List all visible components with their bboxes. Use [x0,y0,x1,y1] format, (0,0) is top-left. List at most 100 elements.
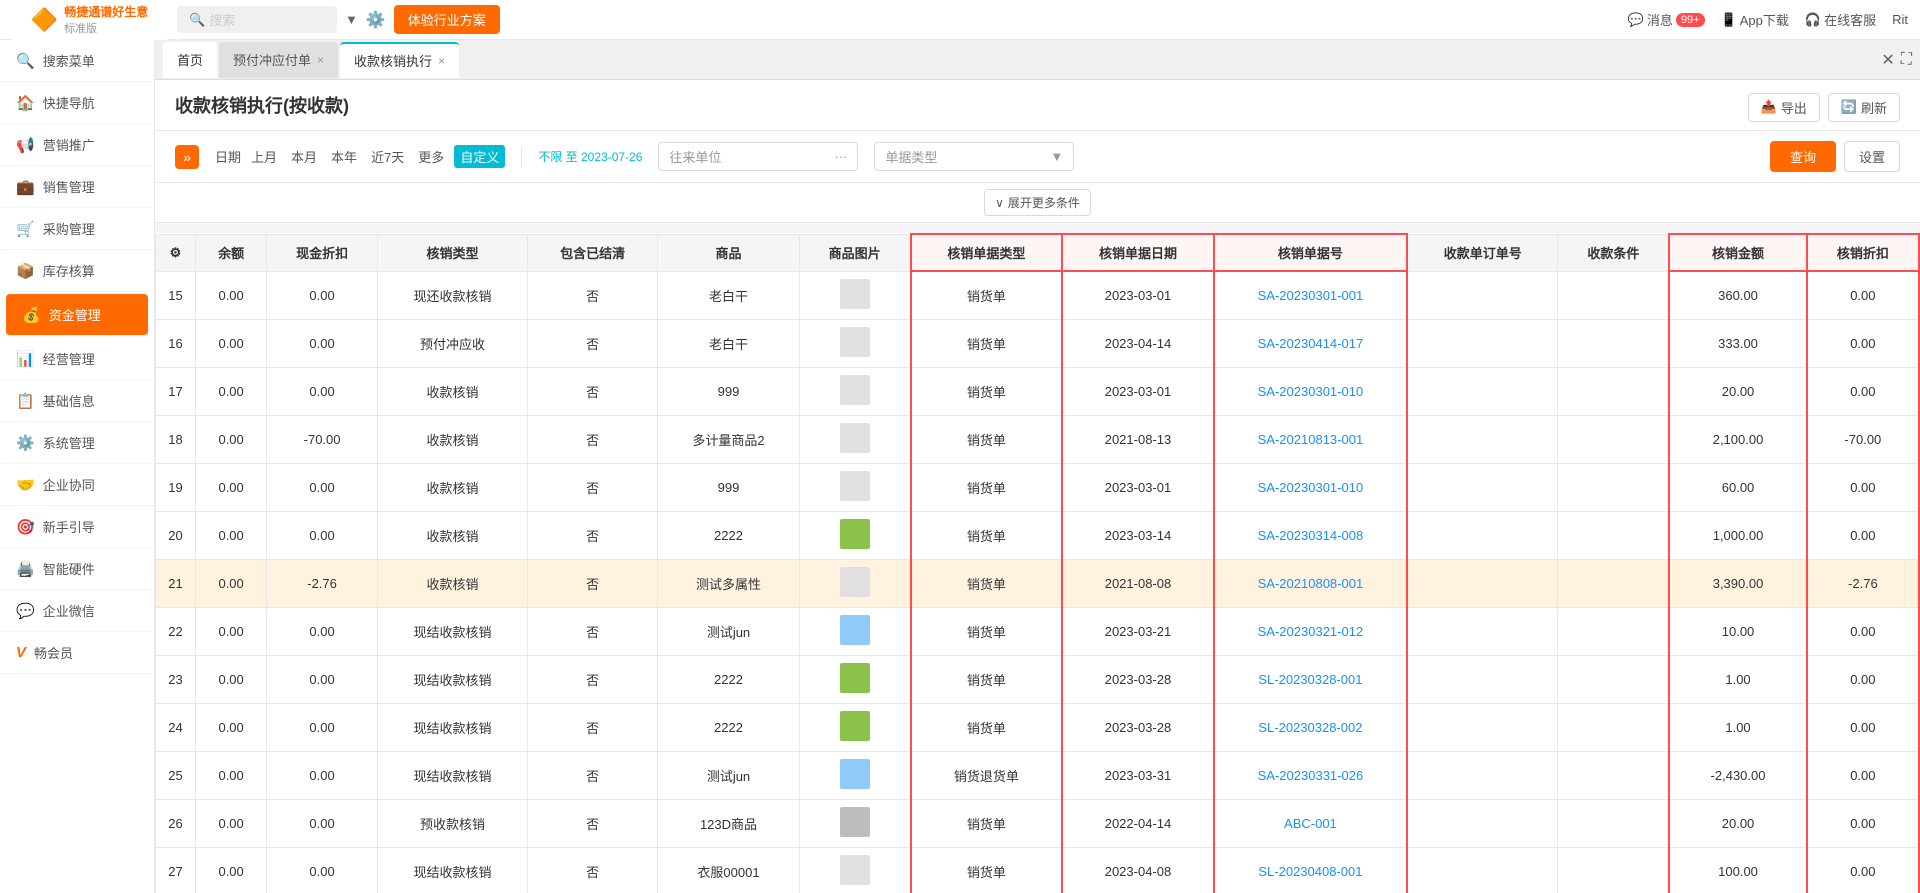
inventory-icon: 📦 [16,262,35,280]
app-icon: 📱 [1721,12,1737,28]
row-verify-amount: 20.00 [1669,367,1806,415]
row-collection-condition [1558,559,1669,607]
this-month-btn[interactable]: 本月 [287,145,321,168]
row-verify-type: 预收款核销 [377,799,527,847]
partner-input[interactable]: 往来单位 ··· [658,142,858,171]
row-verify-no[interactable]: SL-20230408-001 [1214,847,1407,893]
sidebar-item-sales[interactable]: 💼 销售管理 [0,166,154,208]
sidebar-item-system[interactable]: ⚙️ 系统管理 [0,422,154,464]
row-num: 25 [156,751,196,799]
col-balance: 余额 [196,234,267,271]
col-goods: 商品 [658,234,799,271]
this-year-btn[interactable]: 本年 [327,145,361,168]
row-verify-no[interactable]: SA-20230414-017 [1214,319,1407,367]
row-verify-no[interactable]: SA-20230331-026 [1214,751,1407,799]
query-btn[interactable]: 查询 [1770,141,1836,172]
more-btn[interactable]: 更多 [414,145,448,168]
sidebar-item-label: 销售管理 [43,177,95,196]
dropdown-icon[interactable]: ▼ [345,12,358,27]
row-verify-discount: -2.76 [1807,559,1919,607]
row-verify-no[interactable]: SA-20230301-010 [1214,463,1407,511]
row-verify-no[interactable]: SA-20230301-010 [1214,367,1407,415]
refresh-btn[interactable]: 🔄 刷新 [1828,93,1900,122]
user-name[interactable]: Rit [1892,12,1908,27]
sidebar-item-purchase[interactable]: 🛒 采购管理 [0,208,154,250]
last-month-btn[interactable]: 上月 [247,145,281,168]
row-verify-date: 2023-03-01 [1062,367,1214,415]
row-collection-condition [1558,463,1669,511]
prepay-tab-close[interactable]: × [317,53,324,67]
row-verify-no[interactable]: SL-20230328-001 [1214,655,1407,703]
collection-tab-close[interactable]: × [438,54,445,68]
sidebar-item-label: 基础信息 [43,391,95,410]
partner-placeholder: 往来单位 [669,147,721,166]
row-include-settled: 否 [527,703,657,751]
app-download-btn[interactable]: 📱 App下载 [1721,10,1789,29]
row-verify-amount: 1.00 [1669,655,1806,703]
table-row: 24 0.00 0.00 现结收款核销 否 2222 销货单 2023-03-2… [156,703,1920,751]
setting-btn[interactable]: 设置 [1844,141,1900,172]
row-verify-amount: 20.00 [1669,799,1806,847]
row-goods: 测试jun [658,607,799,655]
last-7days-btn[interactable]: 近7天 [367,145,408,168]
sidebar-item-basicinfo[interactable]: 📋 基础信息 [0,380,154,422]
row-verify-no[interactable]: SA-20210813-001 [1214,415,1407,463]
sidebar-item-newbie[interactable]: 🎯 新手引导 [0,506,154,548]
message-btn[interactable]: 💬 消息 99+ [1628,10,1705,29]
filter-toggle-btn[interactable]: » [175,145,199,169]
sidebar-item-enterprise[interactable]: 🤝 企业协同 [0,464,154,506]
row-verify-amount: -2,430.00 [1669,751,1806,799]
row-verify-no[interactable]: ABC-001 [1214,799,1407,847]
custom-btn[interactable]: 自定义 [454,145,505,168]
doc-type-select[interactable]: 单据类型 ▼ [874,142,1074,171]
sidebar-item-marketing[interactable]: 📢 营销推广 [0,124,154,166]
table-row: 18 0.00 -70.00 收款核销 否 多计量商品2 销货单 2021-08… [156,415,1920,463]
industry-btn[interactable]: 体验行业方案 [394,5,500,34]
close-window-btn[interactable]: ✕ [1881,50,1894,70]
export-btn[interactable]: 📤 导出 [1748,93,1820,122]
row-verify-doc-type: 销货单 [911,607,1063,655]
search-box[interactable]: 🔍 搜索 [177,6,337,33]
sidebar-item-inventory[interactable]: 📦 库存核算 [0,250,154,292]
sidebar-item-search[interactable]: 🔍 搜索菜单 [0,40,154,82]
sidebar-item-quicknav[interactable]: 🏠 快捷导航 [0,82,154,124]
sidebar-item-label: 畅会员 [34,643,73,662]
sidebar-item-label: 系统管理 [43,433,95,452]
sidebar-item-smarthw[interactable]: 🖨️ 智能硬件 [0,548,154,590]
expand-conditions-btn[interactable]: ∨ 展开更多条件 [984,189,1091,216]
row-verify-discount: 0.00 [1807,607,1919,655]
row-verify-no[interactable]: SA-20230321-012 [1214,607,1407,655]
row-verify-amount: 1.00 [1669,703,1806,751]
sidebar-item-wechat[interactable]: 💬 企业微信 [0,590,154,632]
tab-home[interactable]: 首页 [163,42,217,78]
row-num: 19 [156,463,196,511]
sidebar-item-member[interactable]: V 畅会员 [0,632,154,674]
row-include-settled: 否 [527,847,657,893]
row-verify-no[interactable]: SA-20230314-008 [1214,511,1407,559]
row-balance: 0.00 [196,559,267,607]
col-settings[interactable]: ⚙ [156,234,196,271]
row-verify-amount: 10.00 [1669,607,1806,655]
row-verify-no[interactable]: SA-20230301-001 [1214,271,1407,319]
row-verify-discount: 0.00 [1807,463,1919,511]
logo-icon: 🔶 [31,7,58,33]
divider1 [521,147,522,167]
sidebar-item-finance[interactable]: 💰 资金管理 [6,294,148,336]
row-verify-date: 2023-03-01 [1062,463,1214,511]
logo-text: 畅捷通谱好生意 [64,3,148,20]
tab-prepay[interactable]: 预付冲应付单 × [219,42,338,78]
row-verify-no[interactable]: SL-20230328-002 [1214,703,1407,751]
row-verify-no[interactable]: SA-20210808-001 [1214,559,1407,607]
table-row: 25 0.00 0.00 现结收款核销 否 测试jun 销货退货单 2023-0… [156,751,1920,799]
sidebar-item-operations[interactable]: 📊 经营管理 [0,338,154,380]
sidebar-item-label: 智能硬件 [43,559,95,578]
tab-bar: 首页 预付冲应付单 × 收款核销执行 × ✕ ⛶ [155,40,1920,80]
row-verify-doc-type: 销货退货单 [911,751,1063,799]
message-icon: 💬 [1628,12,1644,28]
row-balance: 0.00 [196,367,267,415]
tab-collection[interactable]: 收款核销执行 × [340,42,459,78]
online-service-btn[interactable]: 🎧 在线客服 [1805,10,1876,29]
maximize-btn[interactable]: ⛶ [1901,50,1912,70]
purchase-icon: 🛒 [16,220,35,238]
settings-icon[interactable]: ⚙️ [366,10,386,30]
